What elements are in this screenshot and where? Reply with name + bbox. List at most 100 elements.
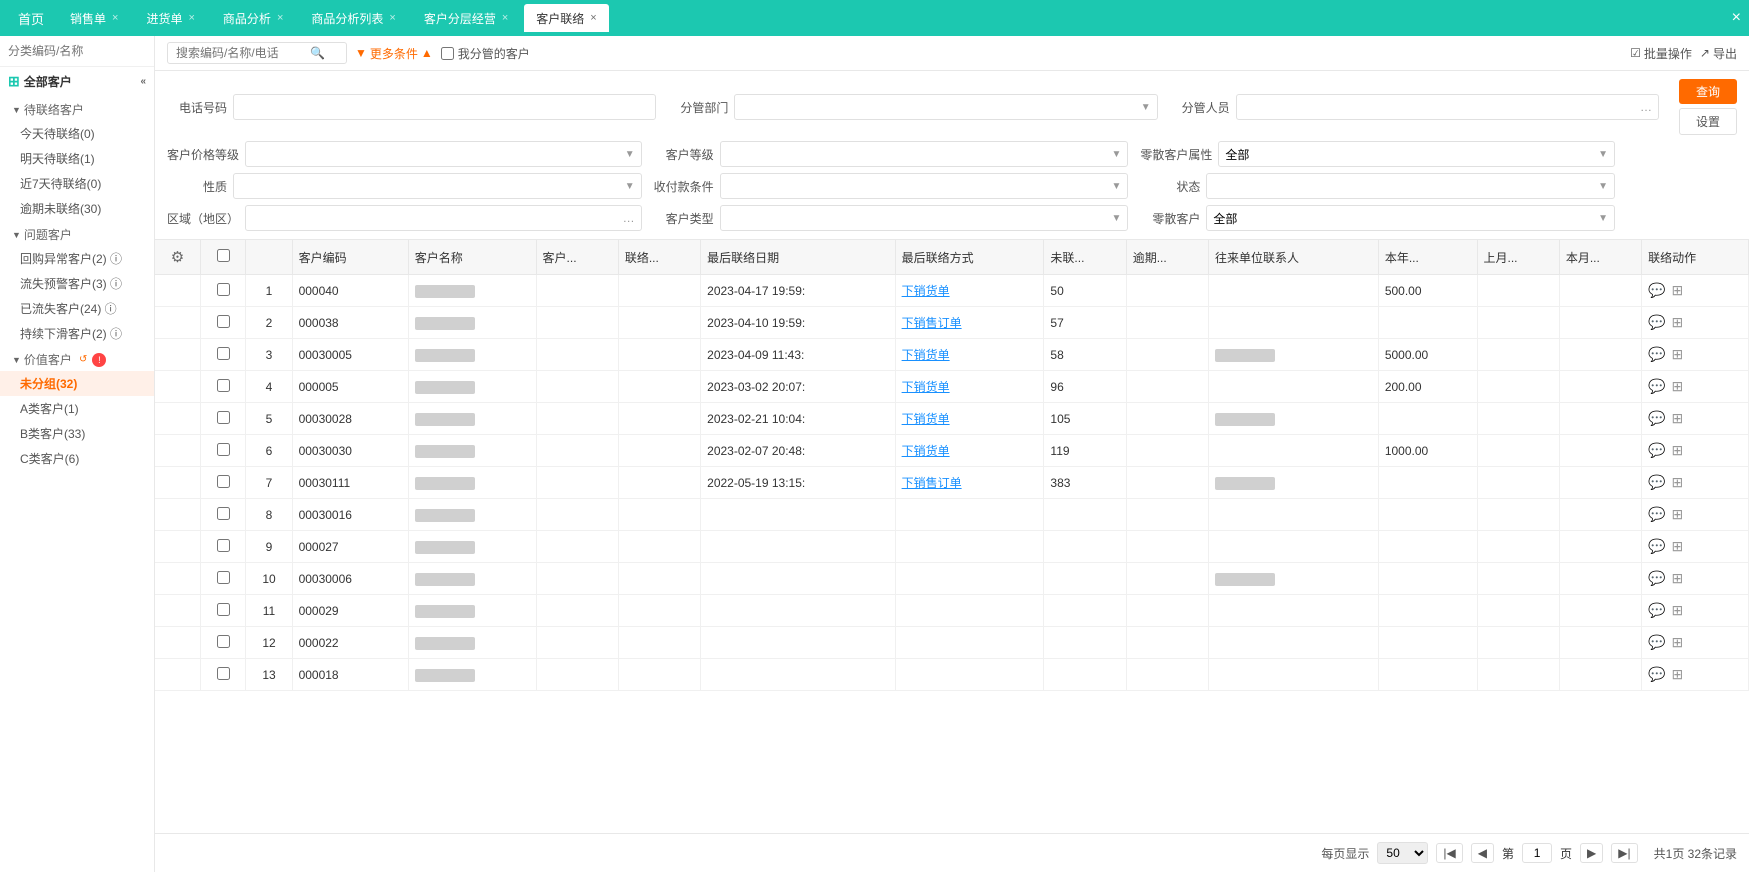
first-page-btn[interactable]: |◀ (1436, 843, 1462, 863)
message-icon[interactable]: 💬 (1648, 346, 1665, 363)
all-customers-header[interactable]: ⊞ 全部客户 « (0, 67, 154, 96)
nav-home[interactable]: 首页 (8, 9, 54, 28)
export-btn[interactable]: ↗ 导出 (1700, 45, 1737, 62)
row-checkbox[interactable] (200, 403, 246, 435)
close-icon[interactable]: × (502, 12, 508, 24)
grid-icon[interactable]: ⊞ (1672, 314, 1684, 331)
tab-product-analysis[interactable]: 商品分析 × (211, 4, 295, 32)
price-grade-select[interactable]: ▼ (245, 141, 642, 167)
retail-customer-select[interactable]: 全部 ▼ (1206, 205, 1615, 231)
close-icon[interactable]: × (112, 12, 118, 24)
tab-purchase[interactable]: 进货单 × (134, 4, 206, 32)
row-checkbox[interactable] (200, 339, 246, 371)
message-icon[interactable]: 💬 (1648, 506, 1665, 523)
next-page-btn[interactable]: ▶ (1580, 843, 1603, 863)
code-col-header[interactable]: 客户编码 (292, 240, 408, 275)
uncontacted-col-header[interactable]: 未联... (1044, 240, 1126, 275)
row-last-method[interactable] (895, 627, 1044, 659)
row-last-method[interactable]: 下销货单 (895, 371, 1044, 403)
close-icon[interactable]: × (590, 12, 596, 24)
close-icon[interactable]: × (389, 12, 395, 24)
message-icon[interactable]: 💬 (1648, 378, 1665, 395)
select-all-checkbox[interactable] (217, 249, 230, 262)
retail-attr-select[interactable]: 全部 ▼ (1218, 141, 1615, 167)
row-last-method[interactable] (895, 531, 1044, 563)
grid-icon[interactable]: ⊞ (1672, 602, 1684, 619)
row-checkbox[interactable] (200, 435, 246, 467)
row-checkbox[interactable] (200, 531, 246, 563)
last-page-btn[interactable]: ▶| (1611, 843, 1637, 863)
more-conditions-btn[interactable]: ▼ 更多条件 ▲ (355, 45, 433, 62)
last-month-col-header[interactable]: 上月... (1477, 240, 1559, 275)
sidebar-item-abnormal[interactable]: 回购异常客户(2) ⓘ (0, 246, 154, 271)
row-last-method[interactable] (895, 499, 1044, 531)
message-icon[interactable]: 💬 (1648, 410, 1665, 427)
manager-input[interactable]: … (1236, 94, 1659, 120)
row-last-method[interactable] (895, 595, 1044, 627)
sidebar-item-a-class[interactable]: A类客户(1) (0, 396, 154, 421)
status-select[interactable]: ▼ (1206, 173, 1615, 199)
search-box[interactable]: 🔍 (167, 42, 347, 64)
sidebar-section-problem[interactable]: ▼ 问题客户 (0, 221, 154, 246)
my-customers-check[interactable] (441, 47, 454, 60)
sidebar-item-c-class[interactable]: C类客户(6) (0, 446, 154, 471)
message-icon[interactable]: 💬 (1648, 634, 1665, 651)
sidebar-item-warning[interactable]: 流失预警客户(3) ⓘ (0, 271, 154, 296)
sidebar-item-lost[interactable]: 已流失客户(24) ⓘ (0, 296, 154, 321)
row-checkbox[interactable] (200, 627, 246, 659)
settings-col-header[interactable]: ⚙ (155, 240, 200, 275)
message-icon[interactable]: 💬 (1648, 474, 1665, 491)
row-last-method[interactable]: 下销货单 (895, 435, 1044, 467)
per-page-select[interactable]: 50 100 200 (1377, 842, 1428, 864)
row-checkbox[interactable] (200, 467, 246, 499)
grid-icon[interactable]: ⊞ (1672, 474, 1684, 491)
row-checkbox[interactable] (200, 275, 246, 307)
last-date-col-header[interactable]: 最后联络日期 (701, 240, 895, 275)
grid-icon[interactable]: ⊞ (1672, 538, 1684, 555)
sidebar-section-value[interactable]: ▼ 价值客户 ↺ ! (0, 346, 154, 371)
row-checkbox[interactable] (200, 659, 246, 691)
sidebar-item-ungroup[interactable]: 未分组(32) (0, 371, 154, 396)
row-last-method[interactable]: 下销货单 (895, 403, 1044, 435)
row-last-method[interactable]: 下销货单 (895, 275, 1044, 307)
batch-ops-btn[interactable]: ☑ 批量操作 (1630, 45, 1692, 62)
query-button[interactable]: 查询 (1679, 79, 1737, 104)
close-icon[interactable]: × (277, 12, 283, 24)
row-checkbox[interactable] (200, 595, 246, 627)
prev-page-btn[interactable]: ◀ (1471, 843, 1494, 863)
checkbox-col-header[interactable] (200, 240, 246, 275)
tab-product-list[interactable]: 商品分析列表 × (299, 4, 407, 32)
row-checkbox[interactable] (200, 371, 246, 403)
message-icon[interactable]: 💬 (1648, 666, 1665, 683)
page-input[interactable] (1522, 843, 1552, 863)
tab-customer-contact[interactable]: 客户联络 × (524, 4, 608, 32)
customer-grade-select[interactable]: ▼ (720, 141, 1129, 167)
row-last-method[interactable] (895, 563, 1044, 595)
type-col-header[interactable]: 客户... (536, 240, 618, 275)
sidebar-search-box[interactable]: 🔍 (0, 36, 154, 67)
row-last-method[interactable] (895, 659, 1044, 691)
payment-select[interactable]: ▼ (720, 173, 1129, 199)
row-last-method[interactable]: 下销货单 (895, 339, 1044, 371)
my-customers-checkbox[interactable]: 我分管的客户 (441, 45, 530, 62)
grid-icon[interactable]: ⊞ (1672, 410, 1684, 427)
row-last-method[interactable]: 下销售订单 (895, 307, 1044, 339)
message-icon[interactable]: 💬 (1648, 282, 1665, 299)
row-checkbox[interactable] (200, 307, 246, 339)
grid-icon[interactable]: ⊞ (1672, 634, 1684, 651)
reset-button[interactable]: 设置 (1679, 108, 1737, 135)
grid-icon[interactable]: ⊞ (1672, 346, 1684, 363)
row-checkbox[interactable] (200, 499, 246, 531)
nature-select[interactable]: ▼ (233, 173, 642, 199)
grid-icon[interactable]: ⊞ (1672, 506, 1684, 523)
region-input[interactable]: … (245, 205, 642, 231)
message-icon[interactable]: 💬 (1648, 538, 1665, 555)
grid-icon[interactable]: ⊞ (1672, 282, 1684, 299)
sidebar-item-today[interactable]: 今天待联络(0) (0, 121, 154, 146)
row-checkbox[interactable] (200, 563, 246, 595)
settings-icon[interactable]: ⚙ (171, 249, 184, 266)
sidebar-search-input[interactable] (8, 44, 155, 58)
message-icon[interactable]: 💬 (1648, 602, 1665, 619)
search-input[interactable] (176, 46, 306, 60)
grid-icon[interactable]: ⊞ (1672, 378, 1684, 395)
